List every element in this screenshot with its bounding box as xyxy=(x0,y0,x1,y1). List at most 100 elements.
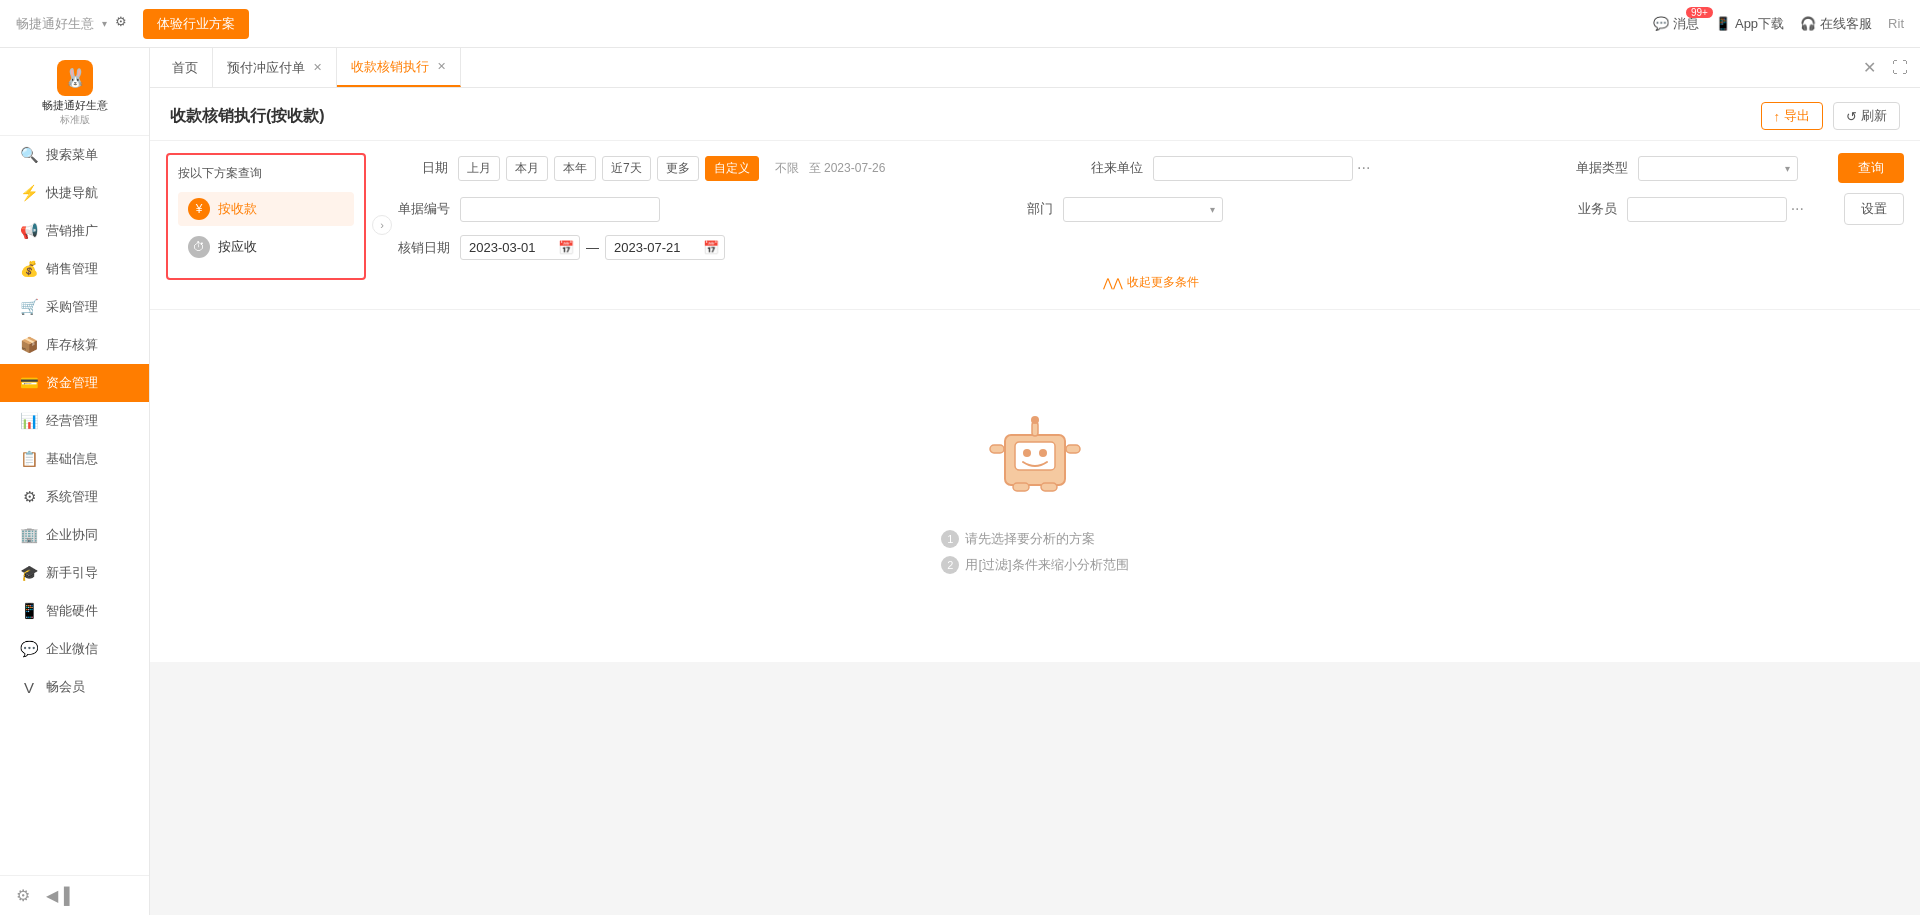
settings-button[interactable]: 设置 xyxy=(1844,193,1904,225)
logo-sub: 标准版 xyxy=(60,113,90,127)
settings-bottom-icon[interactable]: ⚙ xyxy=(16,886,30,905)
sidebar-item-marketing[interactable]: 📢 营销推广 xyxy=(0,212,149,250)
filter-form: 日期 上月 本月 本年 近7天 更多 自定义 不限 xyxy=(398,153,1904,297)
sidebar-item-label: 智能硬件 xyxy=(46,602,98,620)
date-btn-thismonth[interactable]: 本月 xyxy=(506,156,548,181)
sidebar-logo: 🐰 畅捷通好生意 标准版 xyxy=(0,48,149,136)
salesman-more-icon[interactable]: ··· xyxy=(1791,200,1804,218)
tab-prepay[interactable]: 预付冲应付单 ✕ xyxy=(213,48,337,87)
svg-rect-4 xyxy=(1032,422,1038,436)
top-header: 畅捷通好生意 ▾ ⚙ 体验行业方案 💬 消息 99+ 📱 App下载 🎧 在线客… xyxy=(0,0,1920,48)
sidebar-item-hardware[interactable]: 📱 智能硬件 xyxy=(0,592,149,630)
search-icon: 🔍 xyxy=(20,146,38,164)
filter-row-2: 单据编号 部门 ▾ 业务员 xyxy=(398,193,1904,225)
message-icon: 💬 xyxy=(1653,16,1669,31)
date-btn-7days[interactable]: 近7天 xyxy=(602,156,651,181)
svg-rect-7 xyxy=(1066,445,1080,453)
main-layout: 🐰 畅捷通好生意 标准版 🔍 搜索菜单 ⚡ 快捷导航 📢 营销推广 💰 销售管理… xyxy=(0,48,1920,915)
receipt-option-icon: ¥ xyxy=(188,198,210,220)
sidebar-item-operations[interactable]: 📊 经营管理 xyxy=(0,402,149,440)
user-name[interactable]: Rit xyxy=(1888,16,1904,31)
page-title-bar: 收款核销执行(按收款) ↑ 导出 ↺ 刷新 xyxy=(150,88,1920,141)
empty-tips: 1 请先选择要分析的方案 2 用[过滤]条件来缩小分析范围 xyxy=(941,530,1128,582)
sidebar-item-quicknav[interactable]: ⚡ 快捷导航 xyxy=(0,174,149,212)
refresh-icon: ↺ xyxy=(1846,109,1857,124)
sidebar-item-inventory[interactable]: 📦 库存核算 xyxy=(0,326,149,364)
filter-option-by-receivable[interactable]: ⏱ 按应收 xyxy=(178,230,354,264)
sidebar-item-label: 新手引导 xyxy=(46,564,98,582)
tab-home[interactable]: 首页 xyxy=(158,48,213,87)
sidebar-item-collab[interactable]: 🏢 企业协同 xyxy=(0,516,149,554)
empty-icon xyxy=(975,390,1095,510)
dept-field-wrap: ▾ xyxy=(1063,197,1223,222)
collapse-up-icon: ⋀⋀ xyxy=(1103,276,1123,290)
sidebar-item-system[interactable]: ⚙ 系统管理 xyxy=(0,478,149,516)
writeoff-end-input[interactable] xyxy=(605,235,725,260)
tab-writeoff[interactable]: 收款核销执行 ✕ xyxy=(337,48,461,87)
member-icon: V xyxy=(20,679,38,696)
receipt-option-label: 按收款 xyxy=(218,200,257,218)
dept-select[interactable] xyxy=(1063,197,1223,222)
close-all-tabs-icon[interactable]: ✕ xyxy=(1859,54,1880,81)
page-content: 收款核销执行(按收款) ↑ 导出 ↺ 刷新 xyxy=(150,88,1920,915)
refresh-button[interactable]: ↺ 刷新 xyxy=(1833,102,1900,130)
sidebar-item-label: 营销推广 xyxy=(46,222,98,240)
date-btn-custom[interactable]: 自定义 xyxy=(705,156,759,181)
content-area: 首页 预付冲应付单 ✕ 收款核销执行 ✕ ✕ ⛶ 收款核销执行(按收款) xyxy=(150,48,1920,915)
brand-dropdown-icon[interactable]: ▾ xyxy=(102,18,107,29)
salesman-input[interactable] xyxy=(1627,197,1787,222)
sidebar-item-finance[interactable]: 💳 资金管理 xyxy=(0,364,149,402)
partner-more-icon[interactable]: ··· xyxy=(1357,159,1370,177)
filter-option-by-receipt[interactable]: ¥ 按收款 xyxy=(178,192,354,226)
filter-scheme-title: 按以下方案查询 xyxy=(178,165,354,182)
logo-text: 畅捷通好生意 xyxy=(42,98,108,113)
doc-type-select[interactable] xyxy=(1638,156,1798,181)
collapse-more-button[interactable]: ⋀⋀ 收起更多条件 xyxy=(398,268,1904,297)
sidebar-item-search[interactable]: 🔍 搜索菜单 xyxy=(0,136,149,174)
sidebar-item-label: 经营管理 xyxy=(46,412,98,430)
sidebar-item-purchase[interactable]: 🛒 采购管理 xyxy=(0,288,149,326)
date-btn-lastmonth[interactable]: 上月 xyxy=(458,156,500,181)
app-icon: 📱 xyxy=(1715,16,1731,31)
sidebar-item-basicinfo[interactable]: 📋 基础信息 xyxy=(0,440,149,478)
date-btn-more[interactable]: 更多 xyxy=(657,156,699,181)
app-download-link[interactable]: 📱 App下载 xyxy=(1715,15,1784,33)
collapse-filter-arrow[interactable]: › xyxy=(372,215,392,235)
export-button[interactable]: ↑ 导出 xyxy=(1761,102,1824,130)
sidebar-item-guide[interactable]: 🎓 新手引导 xyxy=(0,554,149,592)
sidebar-item-label: 企业微信 xyxy=(46,640,98,658)
purchase-icon: 🛒 xyxy=(20,298,38,316)
query-button[interactable]: 查询 xyxy=(1838,153,1904,183)
guide-icon: 🎓 xyxy=(20,564,38,582)
partner-input[interactable] xyxy=(1153,156,1353,181)
message-link[interactable]: 💬 消息 99+ xyxy=(1653,15,1699,33)
settings-icon[interactable]: ⚙ xyxy=(115,14,135,34)
expand-tab-icon[interactable]: ⛶ xyxy=(1888,55,1912,81)
date-range-separator: — xyxy=(586,240,599,255)
sidebar-item-sales[interactable]: 💰 销售管理 xyxy=(0,250,149,288)
sidebar-item-member[interactable]: V 畅会员 xyxy=(0,668,149,706)
sidebar-item-label: 销售管理 xyxy=(46,260,98,278)
sidebar-item-label: 基础信息 xyxy=(46,450,98,468)
date-label: 日期 xyxy=(398,159,448,177)
filter-area: 按以下方案查询 ¥ 按收款 ⏱ 按应收 › xyxy=(150,141,1920,310)
doc-no-input[interactable] xyxy=(460,197,660,222)
svg-rect-6 xyxy=(990,445,1004,453)
inventory-icon: 📦 xyxy=(20,336,38,354)
tab-writeoff-close[interactable]: ✕ xyxy=(437,60,446,73)
solution-button[interactable]: 体验行业方案 xyxy=(143,9,249,39)
page-title: 收款核销执行(按收款) xyxy=(170,106,325,127)
tab-writeoff-label: 收款核销执行 xyxy=(351,58,429,76)
tip-text-1: 请先选择要分析的方案 xyxy=(965,530,1095,548)
tab-prepay-close[interactable]: ✕ xyxy=(313,61,322,74)
partner-label: 往来单位 xyxy=(1091,159,1143,177)
doc-no-label: 单据编号 xyxy=(398,200,450,218)
date-to-text: 至 2023-07-26 xyxy=(809,160,886,177)
date-btn-thisyear[interactable]: 本年 xyxy=(554,156,596,181)
writeoff-start-input[interactable] xyxy=(460,235,580,260)
online-service-link[interactable]: 🎧 在线客服 xyxy=(1800,15,1872,33)
sidebar-item-wechat[interactable]: 💬 企业微信 xyxy=(0,630,149,668)
sidebar: 🐰 畅捷通好生意 标准版 🔍 搜索菜单 ⚡ 快捷导航 📢 营销推广 💰 销售管理… xyxy=(0,48,150,915)
date-nolimit-text: 不限 xyxy=(775,160,799,177)
collapse-sidebar-icon[interactable]: ◀▐ xyxy=(46,886,69,905)
